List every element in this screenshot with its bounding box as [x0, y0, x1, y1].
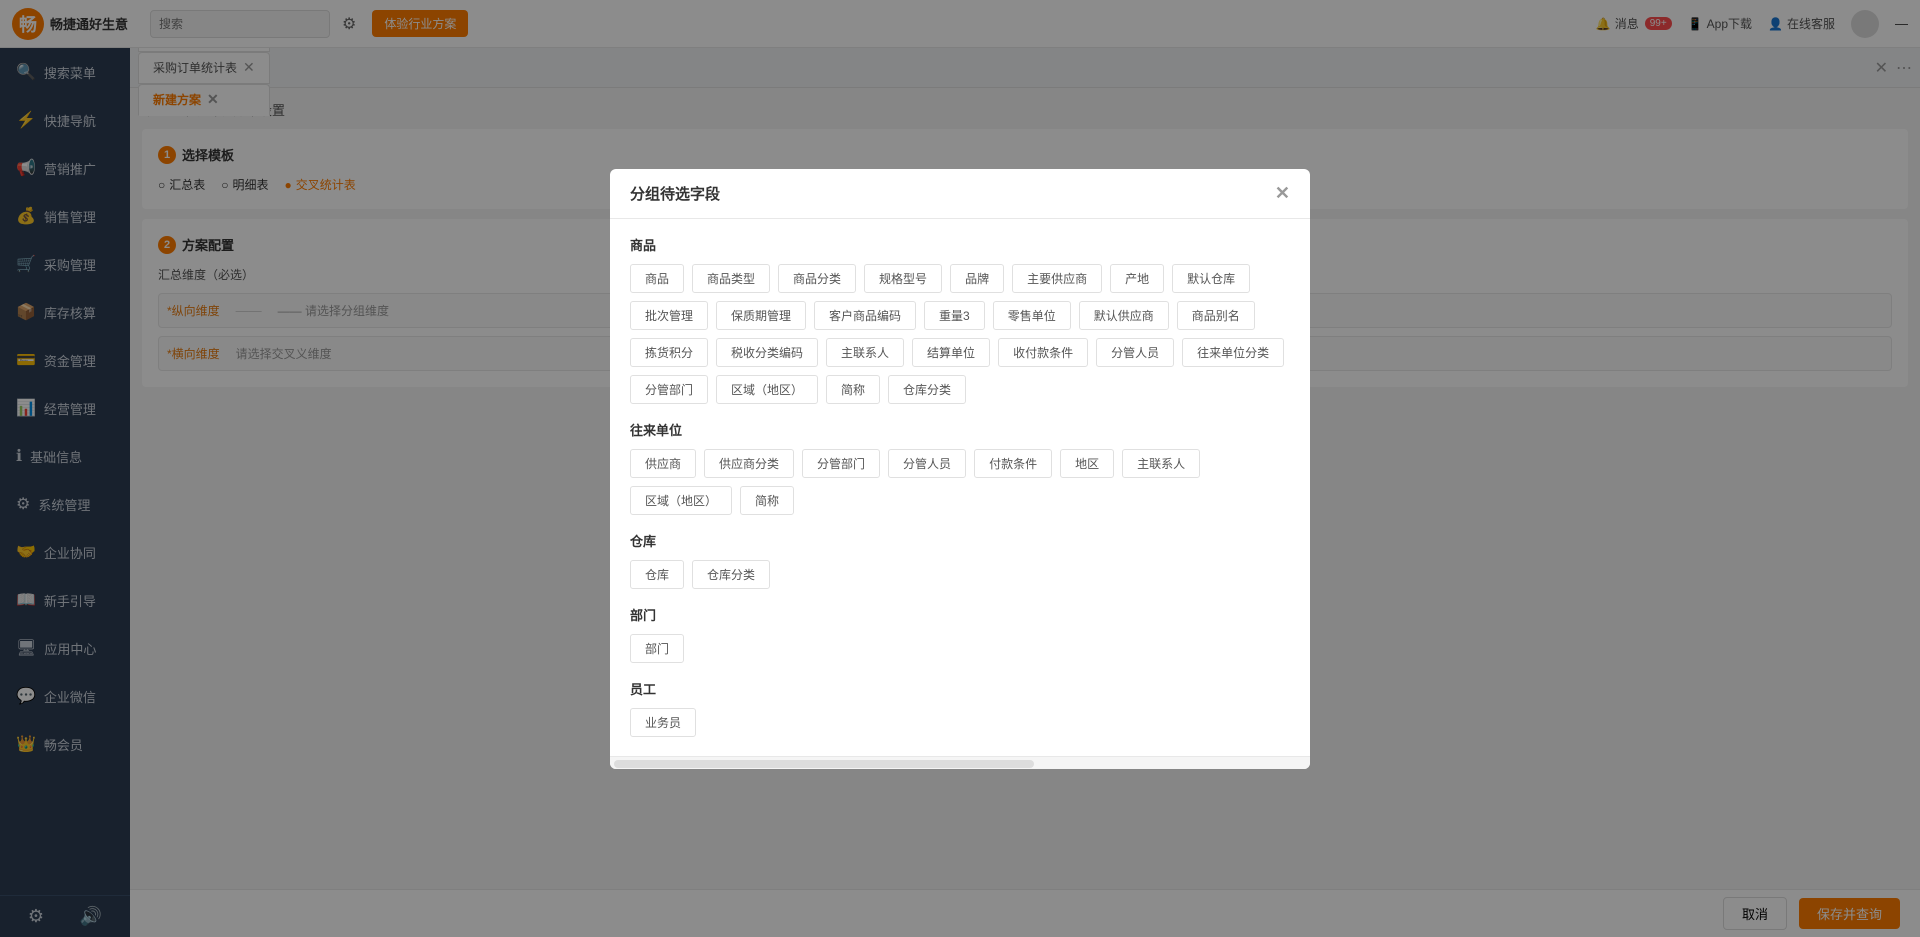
field-tag-1-1[interactable]: 供应商分类 [704, 449, 794, 478]
field-tag-0-14[interactable]: 商品别名 [1177, 301, 1255, 330]
field-tag-0-5[interactable]: 主要供应商 [1012, 264, 1102, 293]
field-tag-1-6[interactable]: 主联系人 [1122, 449, 1200, 478]
field-tag-0-12[interactable]: 零售单位 [993, 301, 1071, 330]
modal-close-button[interactable]: ✕ [1275, 183, 1290, 204]
field-tag-0-10[interactable]: 客户商品编码 [814, 301, 916, 330]
field-tag-0-23[interactable]: 区域（地区） [716, 375, 818, 404]
modal-bottom-scrollbar[interactable] [610, 756, 1310, 768]
field-tag-1-2[interactable]: 分管部门 [802, 449, 880, 478]
modal-title: 分组待选字段 [630, 183, 720, 204]
field-tag-0-15[interactable]: 拣货积分 [630, 338, 708, 367]
field-tags-0: 商品商品类型商品分类规格型号品牌主要供应商产地默认仓库批次管理保质期管理客户商品… [630, 264, 1290, 404]
field-tag-0-13[interactable]: 默认供应商 [1079, 301, 1169, 330]
field-tag-1-8[interactable]: 简称 [740, 486, 794, 515]
field-tag-0-1[interactable]: 商品类型 [692, 264, 770, 293]
field-tag-1-0[interactable]: 供应商 [630, 449, 696, 478]
field-tag-0-0[interactable]: 商品 [630, 264, 684, 293]
field-tag-0-16[interactable]: 税收分类编码 [716, 338, 818, 367]
field-tag-0-17[interactable]: 主联系人 [826, 338, 904, 367]
field-tag-0-8[interactable]: 批次管理 [630, 301, 708, 330]
field-group-1: 往来单位供应商供应商分类分管部门分管人员付款条件地区主联系人区域（地区） 简称 [630, 420, 1290, 515]
field-tag-0-9[interactable]: 保质期管理 [716, 301, 806, 330]
field-group-title-4: 员工 [630, 679, 1290, 698]
field-tag-2-1[interactable]: 仓库分类 [692, 560, 770, 589]
field-tag-4-0[interactable]: 业务员 [630, 708, 696, 737]
field-tag-1-5[interactable]: 地区 [1060, 449, 1114, 478]
field-tag-0-4[interactable]: 品牌 [950, 264, 1004, 293]
field-tags-3: 部门 [630, 634, 1290, 663]
field-group-4: 员工业务员 [630, 679, 1290, 737]
field-tag-1-7[interactable]: 区域（地区） [630, 486, 732, 515]
field-tags-2: 仓库仓库分类 [630, 560, 1290, 589]
field-group-title-0: 商品 [630, 235, 1290, 254]
field-tag-0-24[interactable]: 简称 [826, 375, 880, 404]
field-tag-2-0[interactable]: 仓库 [630, 560, 684, 589]
field-tag-1-4[interactable]: 付款条件 [974, 449, 1052, 478]
modal-body[interactable]: 商品商品商品类型商品分类规格型号品牌主要供应商产地默认仓库批次管理保质期管理客户… [610, 219, 1310, 757]
field-group-title-3: 部门 [630, 605, 1290, 624]
field-tag-0-20[interactable]: 分管人员 [1096, 338, 1174, 367]
field-group-0: 商品商品商品类型商品分类规格型号品牌主要供应商产地默认仓库批次管理保质期管理客户… [630, 235, 1290, 404]
field-tag-0-21[interactable]: 往来单位分类 [1182, 338, 1284, 367]
field-tag-0-22[interactable]: 分管部门 [630, 375, 708, 404]
field-tag-1-3[interactable]: 分管人员 [888, 449, 966, 478]
field-tag-3-0[interactable]: 部门 [630, 634, 684, 663]
field-tag-0-7[interactable]: 默认仓库 [1172, 264, 1250, 293]
field-tag-0-2[interactable]: 商品分类 [778, 264, 856, 293]
field-tag-0-11[interactable]: 重量3 [924, 301, 985, 330]
field-tag-0-25[interactable]: 仓库分类 [888, 375, 966, 404]
field-tag-0-3[interactable]: 规格型号 [864, 264, 942, 293]
field-tags-4: 业务员 [630, 708, 1290, 737]
field-group-3: 部门部门 [630, 605, 1290, 663]
modal-overlay: 分组待选字段 ✕ 商品商品商品类型商品分类规格型号品牌主要供应商产地默认仓库批次… [0, 0, 1920, 937]
field-tag-0-19[interactable]: 收付款条件 [998, 338, 1088, 367]
modal-header: 分组待选字段 ✕ [610, 169, 1310, 219]
field-tag-0-6[interactable]: 产地 [1110, 264, 1164, 293]
field-group-2: 仓库仓库仓库分类 [630, 531, 1290, 589]
field-group-title-2: 仓库 [630, 531, 1290, 550]
field-group-title-1: 往来单位 [630, 420, 1290, 439]
modal-dialog: 分组待选字段 ✕ 商品商品商品类型商品分类规格型号品牌主要供应商产地默认仓库批次… [610, 169, 1310, 769]
field-tags-1: 供应商供应商分类分管部门分管人员付款条件地区主联系人区域（地区） 简称 [630, 449, 1290, 515]
field-tag-0-18[interactable]: 结算单位 [912, 338, 990, 367]
